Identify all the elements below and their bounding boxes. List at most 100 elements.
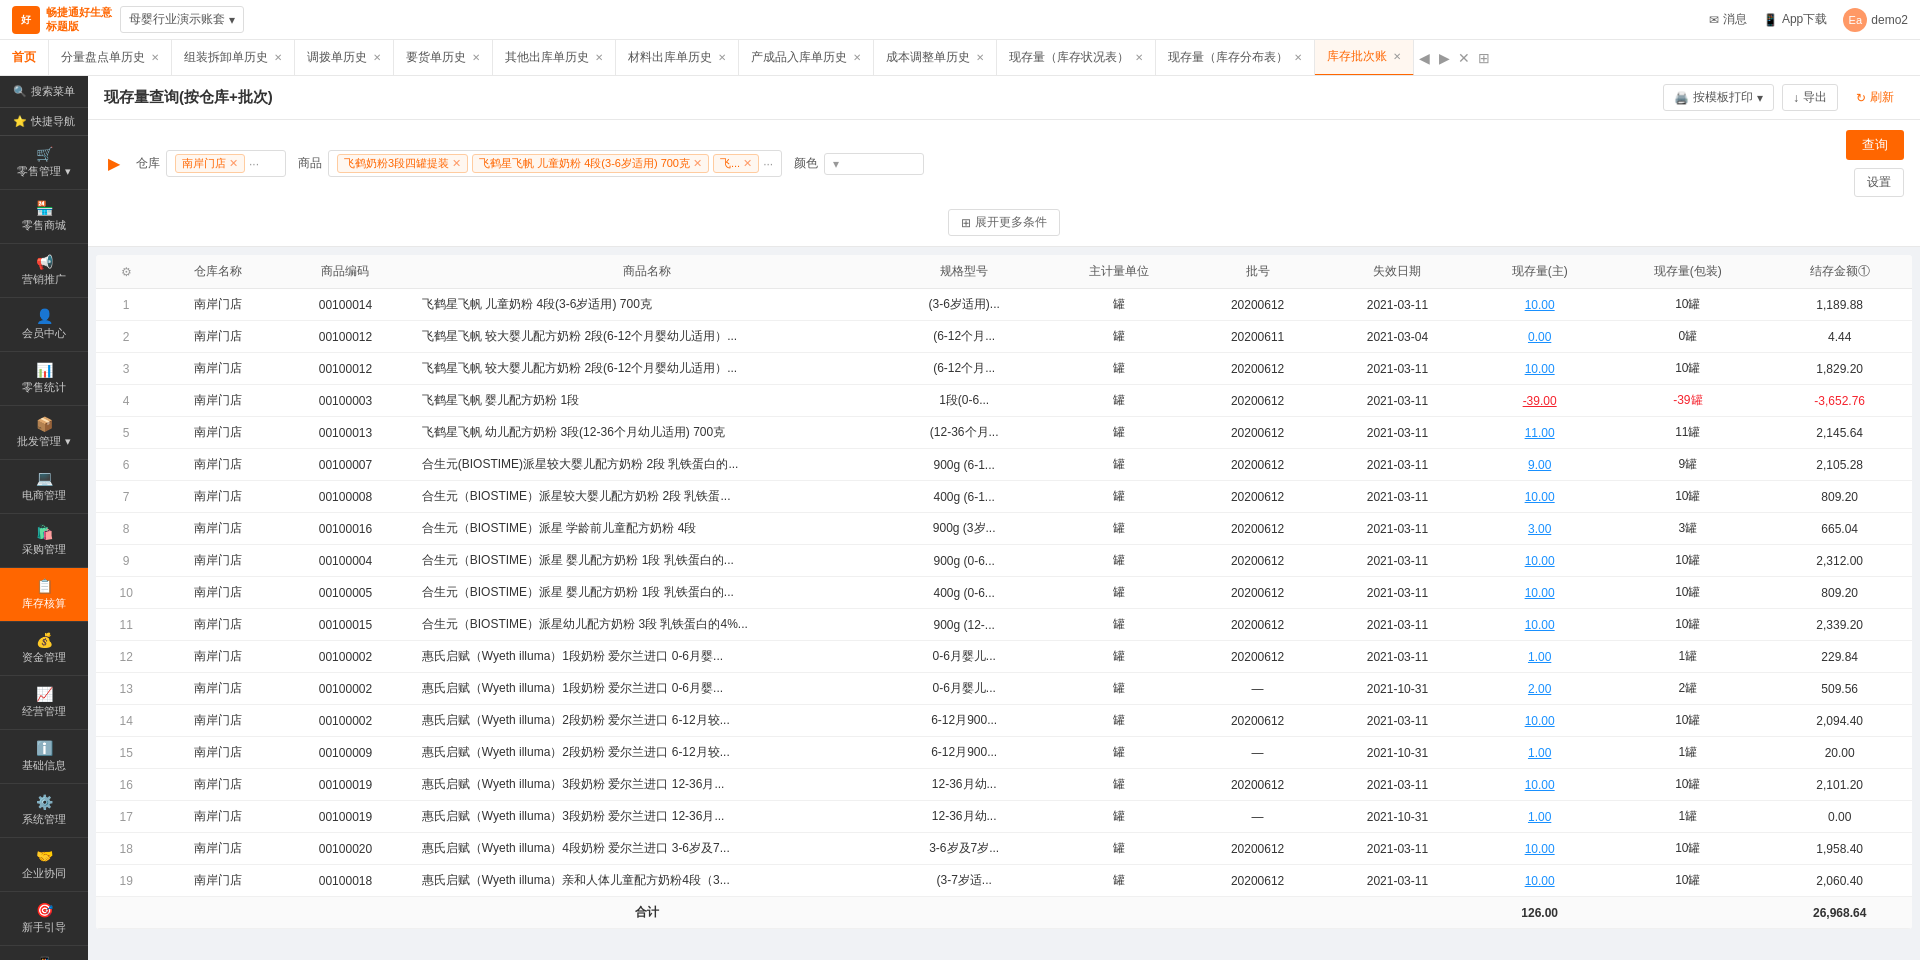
tab-close-icon[interactable]: ✕ (1393, 51, 1401, 62)
tab-close-icon[interactable]: ✕ (472, 52, 480, 63)
cell-qty-main[interactable]: 10.00 (1471, 609, 1608, 641)
th-settings[interactable]: ⚙ (96, 255, 156, 289)
sidebar-item-search[interactable]: 🔍 搜索菜单 (0, 76, 88, 108)
tab-tiao-bo[interactable]: 调拨单历史 ✕ (295, 40, 394, 76)
sidebar-item-basics[interactable]: ℹ️ 基础信息 (0, 730, 88, 784)
tab-close-icon[interactable]: ✕ (976, 52, 984, 63)
user-btn[interactable]: Ea demo2 (1843, 8, 1908, 32)
tab-close-icon[interactable]: ✕ (1135, 52, 1143, 63)
tab-close-icon[interactable]: ✕ (1294, 52, 1302, 63)
cell-rownum: 4 (96, 385, 156, 417)
warehouse-more[interactable]: ··· (249, 157, 259, 171)
sidebar-item-finance[interactable]: 💰 资金管理 (0, 622, 88, 676)
tab-fen-pan[interactable]: 分量盘点单历史 ✕ (49, 40, 172, 76)
query-btn[interactable]: 查询 (1846, 130, 1904, 160)
cell-qty-main[interactable]: -39.00 (1471, 385, 1608, 417)
app-download-btn[interactable]: 📱 App下载 (1763, 11, 1827, 28)
warehouse-filter-group[interactable]: 南岸门店 ✕ ··· (166, 150, 286, 177)
tab-cheng-ben[interactable]: 成本调整单历史 ✕ (874, 40, 997, 76)
cell-amount: 4.44 (1767, 321, 1912, 353)
print-btn[interactable]: 🖨️ 按模板打印 ▾ (1663, 84, 1774, 111)
settings-btn[interactable]: 设置 (1854, 168, 1904, 197)
sidebar-item-marketing[interactable]: 📢 营销推广 (0, 244, 88, 298)
cell-code: 00100016 (279, 513, 412, 545)
tab-xian-cun-zhuang-tai[interactable]: 现存量（库存状况表） ✕ (997, 40, 1156, 76)
sidebar-item-enterprise[interactable]: 🤝 企业协同 (0, 838, 88, 892)
product-tag2-close[interactable]: ✕ (693, 157, 702, 170)
messages-btn[interactable]: ✉ 消息 (1709, 11, 1747, 28)
cell-batch: 20200612 (1191, 481, 1324, 513)
tab-xian-cun-fen-bu[interactable]: 现存量（库存分布表） ✕ (1156, 40, 1315, 76)
tab-prev-btn[interactable]: ◀ (1414, 40, 1434, 76)
product-tag3-close[interactable]: ✕ (743, 157, 752, 170)
cell-qty-main[interactable]: 1.00 (1471, 641, 1608, 673)
tab-close-all-btn[interactable]: ✕ (1454, 40, 1474, 76)
cell-rownum: 14 (96, 705, 156, 737)
cell-qty-main[interactable]: 10.00 (1471, 289, 1608, 321)
cell-rownum: 2 (96, 321, 156, 353)
sidebar-item-stats[interactable]: 📊 零售统计 (0, 352, 88, 406)
cell-qty-main[interactable]: 10.00 (1471, 481, 1608, 513)
tab-close-icon[interactable]: ✕ (274, 52, 282, 63)
sidebar-item-ecommerce[interactable]: 💻 电商管理 (0, 460, 88, 514)
sidebar-item-inventory[interactable]: 📋 库存核算 (0, 568, 88, 622)
tab-close-icon[interactable]: ✕ (373, 52, 381, 63)
cell-amount: 1,958.40 (1767, 833, 1912, 865)
product-more[interactable]: ··· (763, 157, 773, 171)
sidebar-item-wholesale[interactable]: 📦 批发管理 ▾ (0, 406, 88, 460)
cell-amount: 2,060.40 (1767, 865, 1912, 897)
sidebar-item-purchase[interactable]: 🛍️ 采购管理 (0, 514, 88, 568)
cell-amount: 2,312.00 (1767, 545, 1912, 577)
tab-home[interactable]: 首页 (0, 40, 49, 76)
cell-unit: 罐 (1047, 545, 1192, 577)
sidebar-item-retail[interactable]: 🛒 零售管理 ▾ (0, 136, 88, 190)
expand-conditions-btn[interactable]: ⊞ 展开更多条件 (948, 209, 1060, 236)
cell-name: 合生元(BIOSTIME)派星较大婴儿配方奶粉 2段 乳铁蛋白的... (412, 449, 882, 481)
sidebar-item-system[interactable]: ⚙️ 系统管理 (0, 784, 88, 838)
sidebar-item-shortcut[interactable]: ⭐ 快捷导航 (0, 108, 88, 136)
cell-qty-main[interactable]: 10.00 (1471, 833, 1608, 865)
tab-yao-huo[interactable]: 要货单历史 ✕ (394, 40, 493, 76)
tab-cai-liao-chu[interactable]: 材料出库单历史 ✕ (616, 40, 739, 76)
cell-qty-main[interactable]: 10.00 (1471, 705, 1608, 737)
cell-qty-main[interactable]: 1.00 (1471, 737, 1608, 769)
sidebar-item-shop[interactable]: 🏪 零售商城 (0, 190, 88, 244)
tab-close-icon[interactable]: ✕ (718, 52, 726, 63)
tab-zu-chai[interactable]: 组装拆卸单历史 ✕ (172, 40, 295, 76)
cell-unit: 罐 (1047, 609, 1192, 641)
tab-close-icon[interactable]: ✕ (595, 52, 603, 63)
tab-close-icon[interactable]: ✕ (853, 52, 861, 63)
cell-qty-main[interactable]: 0.00 (1471, 321, 1608, 353)
product-filter-group[interactable]: 飞鹤奶粉3段四罐提装 ✕ 飞鹤星飞帆 儿童奶粉 4段(3-6岁适用) 700克 … (328, 150, 782, 177)
tab-menu-btn[interactable]: ⊞ (1474, 40, 1494, 76)
tab-close-icon[interactable]: ✕ (151, 52, 159, 63)
cell-qty-main[interactable]: 11.00 (1471, 417, 1608, 449)
cell-qty-main[interactable]: 9.00 (1471, 449, 1608, 481)
product-tag1-close[interactable]: ✕ (452, 157, 461, 170)
filter-toggle-btn[interactable]: ▶ (104, 154, 124, 173)
tab-qi-ta-chu[interactable]: 其他出库单历史 ✕ (493, 40, 616, 76)
color-filter-group[interactable]: ▾ (824, 153, 924, 175)
cell-qty-main[interactable]: 10.00 (1471, 353, 1608, 385)
sidebar-item-appstore[interactable]: 📱 应用中心 (0, 946, 88, 960)
sidebar-item-guide[interactable]: 🎯 新手引导 (0, 892, 88, 946)
cell-qty-main[interactable]: 10.00 (1471, 769, 1608, 801)
tab-pi-ci[interactable]: 库存批次账 ✕ (1315, 40, 1414, 76)
cell-qty-main[interactable]: 1.00 (1471, 801, 1608, 833)
cell-qty-main[interactable]: 10.00 (1471, 865, 1608, 897)
column-settings-icon[interactable]: ⚙ (121, 265, 132, 279)
cell-qty-main[interactable]: 10.00 (1471, 545, 1608, 577)
warehouse-tag-close[interactable]: ✕ (229, 157, 238, 170)
cell-batch: — (1191, 801, 1324, 833)
cell-qty-main[interactable]: 3.00 (1471, 513, 1608, 545)
tab-next-btn[interactable]: ▶ (1434, 40, 1454, 76)
account-selector[interactable]: 母婴行业演示账套 ▾ (120, 6, 244, 33)
refresh-btn[interactable]: ↻ 刷新 (1846, 85, 1904, 110)
sidebar-item-member[interactable]: 👤 会员中心 (0, 298, 88, 352)
tab-chan-pin-ru[interactable]: 产成品入库单历史 ✕ (739, 40, 874, 76)
export-btn[interactable]: ↓ 导出 (1782, 84, 1838, 111)
table-row: 14 南岸门店 00100002 惠氏启赋（Wyeth illuma）2段奶粉 … (96, 705, 1912, 737)
sidebar-item-operations[interactable]: 📈 经营管理 (0, 676, 88, 730)
cell-qty-main[interactable]: 10.00 (1471, 577, 1608, 609)
cell-qty-main[interactable]: 2.00 (1471, 673, 1608, 705)
